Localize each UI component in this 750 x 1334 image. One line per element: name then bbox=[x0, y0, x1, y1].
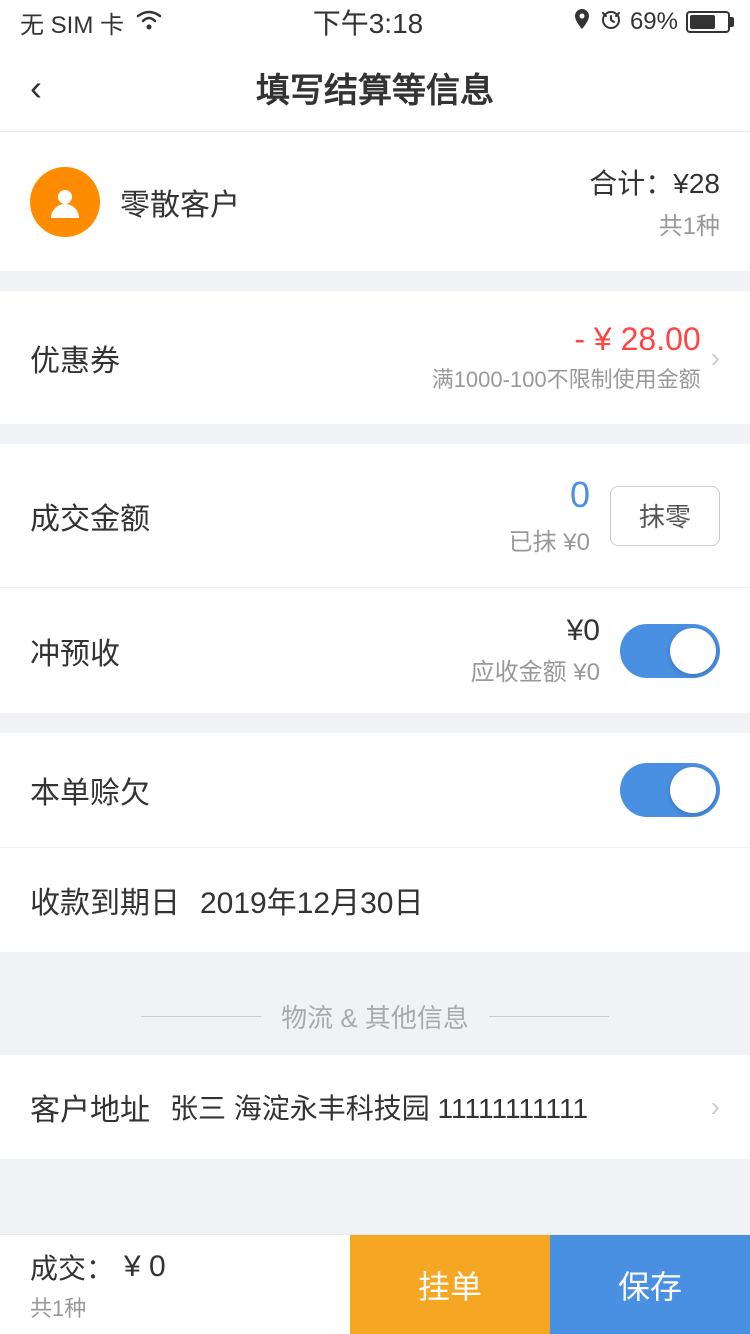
address-chevron-icon: › bbox=[711, 1091, 720, 1123]
back-button[interactable]: ‹ bbox=[30, 67, 90, 109]
debt-section: 本单赊欠 收款到期日 2019年12月30日 bbox=[0, 733, 750, 952]
logistics-divider: 物流 & 其他信息 bbox=[0, 972, 750, 1055]
bottom-summary: 成交： ¥ 0 共1种 bbox=[0, 1247, 350, 1323]
status-bar: 无 SIM 卡 下午3:18 69% bbox=[0, 0, 750, 44]
transaction-row: 成交金额 0 已抹 ¥0 抹零 bbox=[0, 444, 750, 587]
page-title: 填写结算等信息 bbox=[256, 63, 494, 112]
debt-toggle-knob bbox=[670, 767, 716, 813]
total-amount: 合计：¥28 bbox=[589, 162, 720, 202]
bottom-summary-amount: ¥ 0 bbox=[124, 1250, 166, 1284]
bottom-summary-label: 成交： bbox=[30, 1247, 114, 1287]
status-time: 下午3:18 bbox=[313, 2, 424, 42]
due-date-value: 2019年12月30日 bbox=[200, 878, 423, 922]
prepay-label: 冲预收 bbox=[30, 629, 120, 673]
status-left: 无 SIM 卡 bbox=[20, 5, 164, 40]
prepay-row: 冲预收 ¥0 应收金额 ¥0 bbox=[0, 587, 750, 713]
logistics-line-right bbox=[489, 1016, 609, 1017]
coupon-discount: - ¥ 28.00 bbox=[432, 321, 701, 358]
bottom-summary-top: 成交： ¥ 0 bbox=[30, 1247, 320, 1287]
prepay-toggle[interactable] bbox=[620, 624, 720, 678]
coupon-section: 优惠券 - ¥ 28.00 满1000-100不限制使用金额 › bbox=[0, 291, 750, 424]
transaction-right: 0 已抹 ¥0 抹零 bbox=[509, 474, 720, 557]
prepay-right: ¥0 应收金额 ¥0 bbox=[471, 614, 720, 687]
content-area: 零散客户 合计：¥28 共1种 优惠券 - ¥ 28.00 满1000-100不… bbox=[0, 132, 750, 1299]
address-label: 客户地址 bbox=[30, 1085, 150, 1129]
transaction-section: 成交金额 0 已抹 ¥0 抹零 冲预收 ¥0 应收金额 ¥0 bbox=[0, 444, 750, 713]
address-value: 张三 海淀永丰科技园 11111111111 bbox=[170, 1087, 711, 1127]
alarm-icon bbox=[600, 8, 622, 37]
round-button[interactable]: 抹零 bbox=[610, 486, 720, 546]
customer-total: 合计：¥28 共1种 bbox=[589, 162, 720, 241]
hold-button[interactable]: 挂单 bbox=[350, 1235, 550, 1334]
save-button[interactable]: 保存 bbox=[550, 1235, 750, 1334]
logistics-text: 物流 & 其他信息 bbox=[281, 998, 469, 1035]
debt-toggle[interactable] bbox=[620, 763, 720, 817]
customer-section: 零散客户 合计：¥28 共1种 bbox=[0, 132, 750, 271]
coupon-right: - ¥ 28.00 满1000-100不限制使用金额 › bbox=[432, 321, 720, 394]
customer-left: 零散客户 bbox=[30, 167, 240, 237]
coupon-label: 优惠券 bbox=[30, 336, 120, 380]
carrier-text: 无 SIM 卡 bbox=[20, 5, 124, 40]
transaction-amount[interactable]: 0 bbox=[509, 474, 590, 516]
address-row[interactable]: 客户地址 张三 海淀永丰科技园 11111111111 › bbox=[0, 1055, 750, 1159]
battery-icon bbox=[686, 11, 730, 33]
wifi-icon bbox=[134, 8, 164, 37]
battery-percentage: 69% bbox=[630, 8, 678, 36]
prepay-sub-amount: 应收金额 ¥0 bbox=[471, 652, 600, 687]
logistics-line-left bbox=[141, 1016, 261, 1017]
coupon-chevron-icon: › bbox=[711, 342, 720, 374]
prepay-main-amount: ¥0 bbox=[471, 614, 600, 648]
transaction-label: 成交金额 bbox=[30, 494, 150, 538]
customer-name: 零散客户 bbox=[120, 180, 240, 224]
status-right: 69% bbox=[572, 8, 730, 37]
toggle-knob bbox=[670, 628, 716, 674]
bottom-summary-count: 共1种 bbox=[30, 1291, 320, 1323]
total-count: 共1种 bbox=[589, 206, 720, 241]
due-date-label: 收款到期日 bbox=[30, 878, 180, 922]
debt-row: 本单赊欠 bbox=[30, 763, 720, 817]
avatar bbox=[30, 167, 100, 237]
location-icon bbox=[572, 8, 592, 37]
bottom-bar: 成交： ¥ 0 共1种 挂单 保存 bbox=[0, 1234, 750, 1334]
coupon-description: 满1000-100不限制使用金额 bbox=[432, 362, 701, 394]
coupon-row[interactable]: 优惠券 - ¥ 28.00 满1000-100不限制使用金额 › bbox=[0, 291, 750, 424]
coupon-values: - ¥ 28.00 满1000-100不限制使用金额 bbox=[432, 321, 701, 394]
debt-label: 本单赊欠 bbox=[30, 768, 150, 812]
erased-text: 已抹 ¥0 bbox=[509, 522, 590, 557]
address-section: 客户地址 张三 海淀永丰科技园 11111111111 › bbox=[0, 1055, 750, 1159]
logistics-label: 物流 & 其他信息 bbox=[141, 998, 609, 1035]
nav-bar: ‹ 填写结算等信息 bbox=[0, 44, 750, 132]
customer-row: 零散客户 合计：¥28 共1种 bbox=[0, 132, 750, 271]
prepay-amounts: ¥0 应收金额 ¥0 bbox=[471, 614, 600, 687]
date-row: 收款到期日 2019年12月30日 bbox=[0, 847, 750, 952]
transaction-amount-col: 0 已抹 ¥0 bbox=[509, 474, 590, 557]
